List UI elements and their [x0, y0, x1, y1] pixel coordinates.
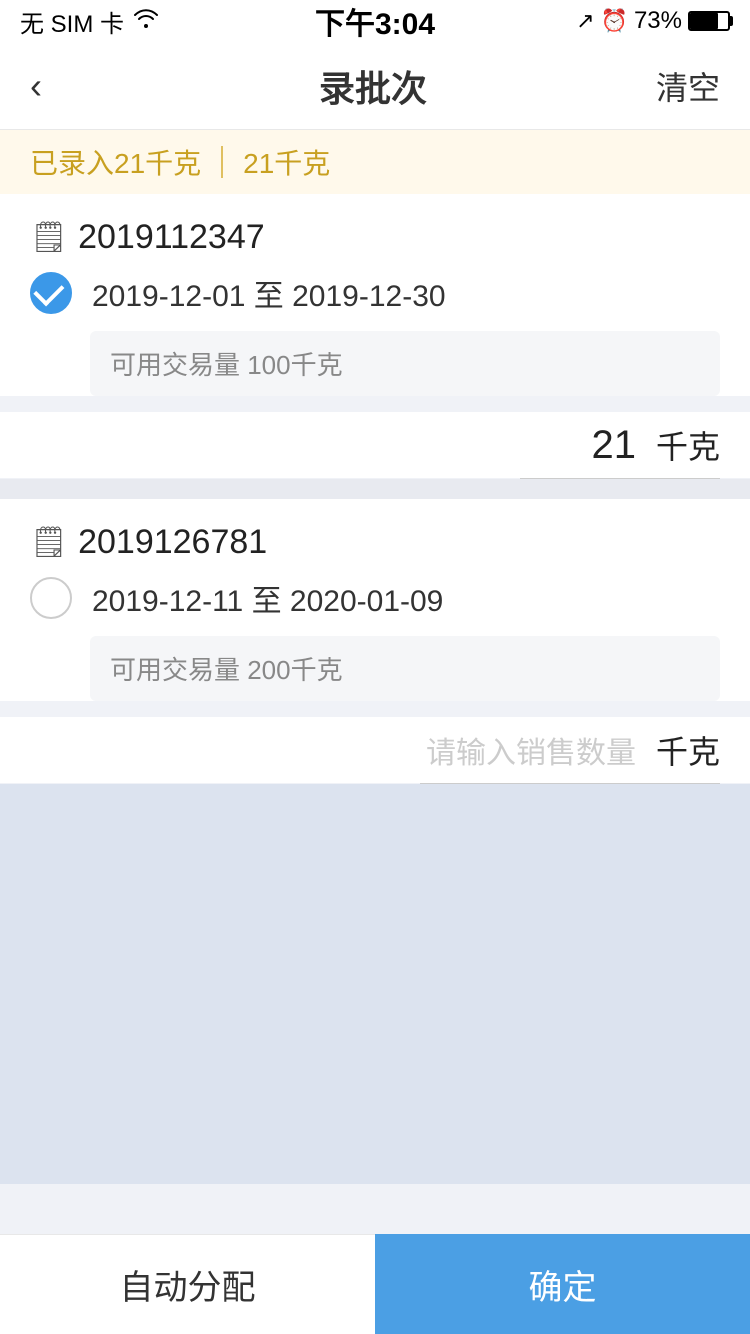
batch2-date-row[interactable]: 2019-12-11 至 2020-01-09	[30, 576, 720, 620]
info-banner: 已录入21千克 21千克	[0, 130, 750, 194]
batch-item-1: 🗒 2019112347 2019-12-01 至 2019-12-30 可用交…	[0, 194, 750, 396]
page-title: 录批次	[319, 60, 427, 112]
info-divider	[221, 146, 223, 178]
batch1-id: 2019112347	[78, 218, 265, 257]
batch1-icon: 🗒	[30, 220, 68, 255]
batch1-avail-text: 可用交易量 100千克	[110, 350, 343, 380]
info-label: 已录入21千克	[30, 142, 201, 182]
confirm-button[interactable]: 确定	[375, 1234, 750, 1334]
batch-item-2: 🗒 2019126781 2019-12-11 至 2020-01-09 可用交…	[0, 499, 750, 701]
batch1-quantity-unit: 千克	[656, 422, 720, 468]
battery-percent: 73%	[634, 7, 682, 35]
clear-button[interactable]: 清空	[656, 63, 720, 109]
status-bar: 无 SIM 卡 下午3:04 ↗ ⏰ 73%	[0, 0, 750, 42]
batch1-avail: 可用交易量 100千克	[90, 331, 720, 396]
batch2-input-unit: 千克	[656, 727, 720, 773]
status-right: ↗ ⏰ 73%	[576, 7, 730, 35]
batch2-id: 2019126781	[78, 523, 267, 562]
batch2-icon: 🗒	[30, 525, 68, 560]
batch2-avail: 可用交易量 200千克	[90, 636, 720, 701]
battery-icon	[688, 11, 730, 31]
back-button[interactable]: ‹	[30, 65, 90, 107]
batch1-radio[interactable]	[30, 272, 72, 314]
batch2-radio[interactable]	[30, 577, 72, 619]
batch1-quantity-row: 21 千克	[0, 412, 750, 478]
alarm-icon: ⏰	[601, 8, 628, 34]
carrier-text: 无 SIM 卡	[20, 4, 124, 39]
batch1-date-row[interactable]: 2019-12-01 至 2019-12-30	[30, 271, 720, 315]
empty-area	[0, 784, 750, 1184]
nav-bar: ‹ 录批次 清空	[0, 42, 750, 130]
content-area: 🗒 2019112347 2019-12-01 至 2019-12-30 可用交…	[0, 194, 750, 1284]
batch2-input-row: 请输入销售数量 千克	[0, 717, 750, 783]
batch1-header: 🗒 2019112347	[30, 218, 720, 257]
location-icon: ↗	[576, 8, 594, 34]
bottom-bar: 自动分配 确定	[0, 1234, 750, 1334]
info-value: 21千克	[243, 142, 330, 182]
batch2-header: 🗒 2019126781	[30, 523, 720, 562]
auto-distribute-button[interactable]: 自动分配	[0, 1234, 375, 1334]
batch2-input-placeholder[interactable]: 请输入销售数量	[30, 728, 636, 772]
status-left: 无 SIM 卡	[20, 4, 160, 39]
section-separator	[0, 479, 750, 499]
wifi-icon	[132, 7, 160, 36]
status-time: 下午3:04	[315, 0, 435, 43]
batch2-avail-text: 可用交易量 200千克	[110, 655, 343, 685]
batch1-date: 2019-12-01 至 2019-12-30	[92, 271, 446, 315]
batch1-quantity-value[interactable]: 21	[591, 423, 636, 468]
batch2-date: 2019-12-11 至 2020-01-09	[92, 576, 443, 620]
